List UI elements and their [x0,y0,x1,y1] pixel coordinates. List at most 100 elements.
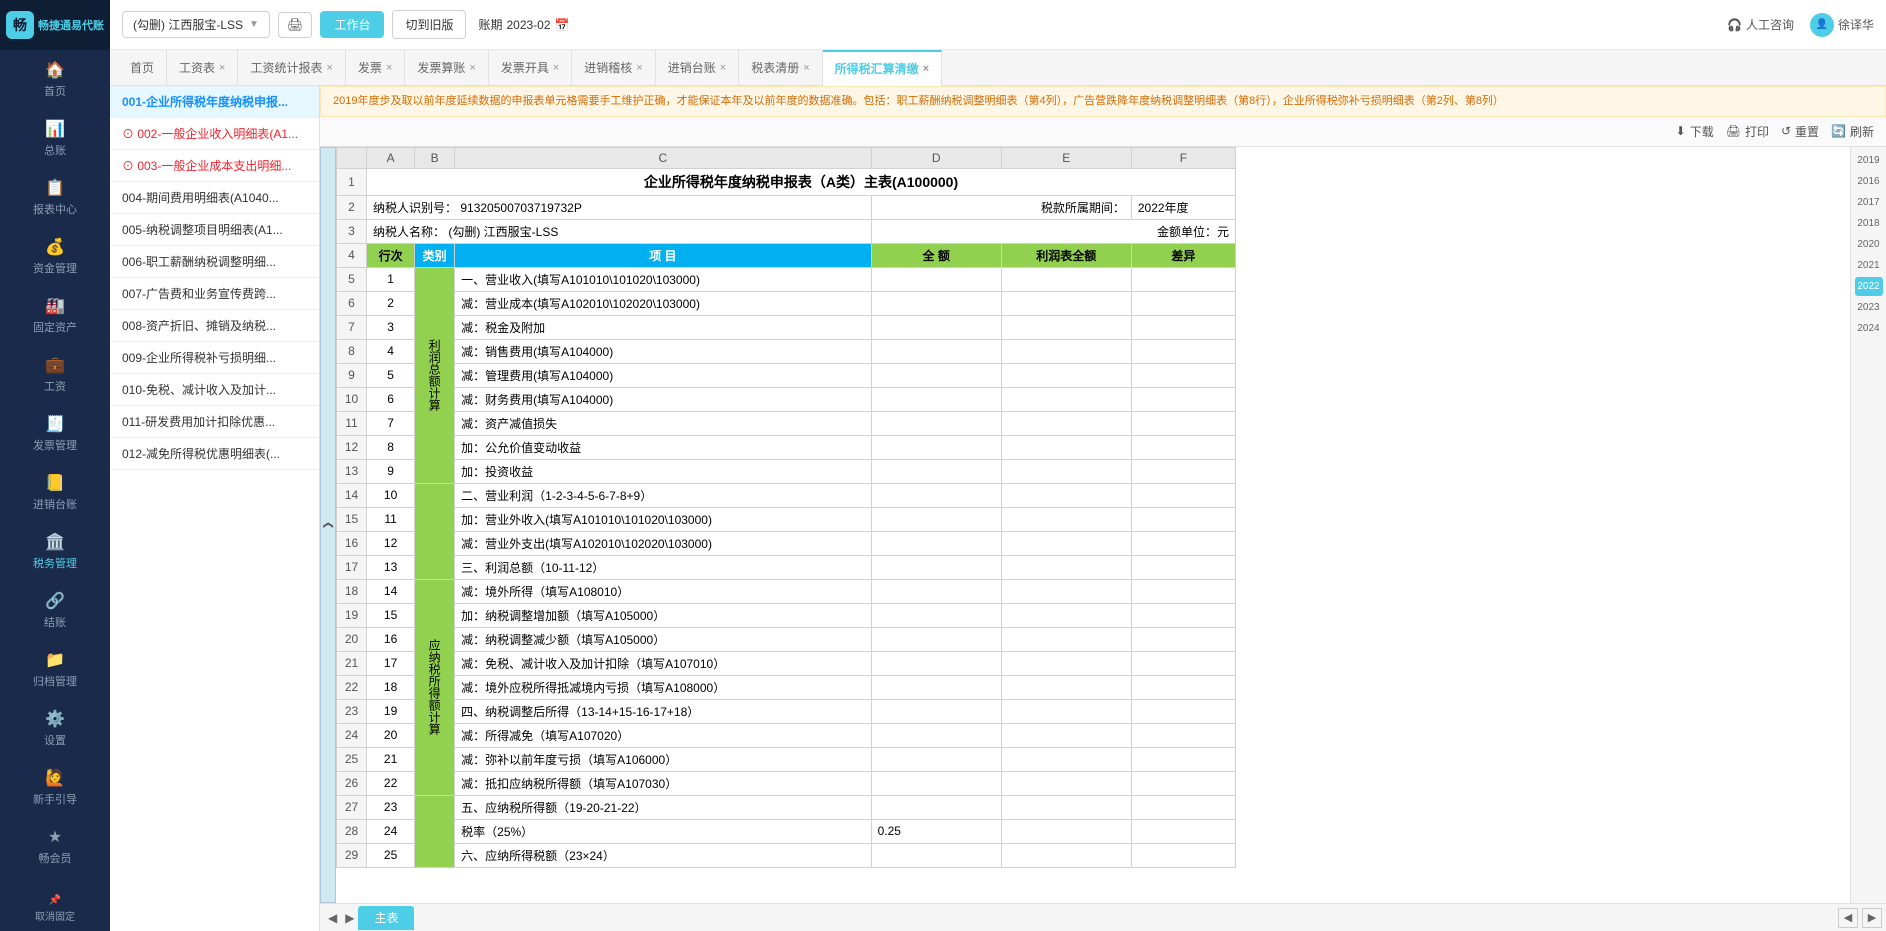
sidebar-item-finance[interactable]: 💰 资金管理 [0,227,110,286]
category-empty [415,483,455,579]
sidebar-item-ledger[interactable]: 📊 总账 [0,109,110,168]
tab-invoice-open[interactable]: 发票开具 × [489,50,572,86]
tab-invoice-close[interactable]: × [386,62,392,74]
sheet-tab-main[interactable]: 主表 [358,906,414,930]
tab-tax-clear[interactable]: 税表清册 × [739,50,822,86]
left-panel-item-008[interactable]: 008-资产折旧、摊销及纳税... [110,310,319,342]
timeline-2022[interactable]: 2022 [1855,277,1883,296]
left-panel-item-002[interactable]: ⊙ 002-一般企业收入明细表(A1... [110,118,319,150]
sidebar-item-member[interactable]: ★ 畅会员 [0,817,110,876]
timeline-2021[interactable]: 2021 [1855,256,1883,275]
calendar-icon: 📅 [555,18,570,32]
table-row: 11 7 减：资产减值损失 [337,411,1236,435]
finance-icon: 💰 [45,237,65,257]
download-button[interactable]: ⬇ 下载 [1676,123,1714,140]
tab-salary[interactable]: 工资表 × [167,50,238,86]
tab-income-tax-close[interactable]: × [923,63,929,75]
sidebar-item-label: 发票管理 [33,437,77,453]
sidebar-item-label: 固定资产 [33,319,77,335]
tab-purchase-audit[interactable]: 进销稽核 × [572,50,655,86]
notice-text: 2019年度步及取以前年度延续数据的申报表单元格需要手工维护正确，才能保证本年及… [333,95,1504,107]
collapse-panel-button[interactable]: ❮ [320,147,336,904]
sidebar-item-tax[interactable]: 🏛️ 税务管理 [0,522,110,581]
user-profile[interactable]: 👤 徐译华 [1810,13,1874,37]
ledger-icon: 📊 [45,119,65,139]
timeline-2017[interactable]: 2017 [1855,193,1883,212]
right-timeline: 2019 2016 2017 2018 2020 2021 2022 2023 … [1850,147,1886,904]
refresh-button[interactable]: 🔄 刷新 [1831,123,1874,140]
left-panel-item-001[interactable]: 001-企业所得税年度纳税申报... [110,86,319,118]
scroll-right-btn[interactable]: ▶ [1862,908,1882,928]
left-panel-item-005[interactable]: 005-纳税调整项目明细表(A1... [110,214,319,246]
timeline-2018[interactable]: 2018 [1855,214,1883,233]
left-panel-item-009[interactable]: 009-企业所得税补亏损明细... [110,342,319,374]
sheet-nav-left[interactable]: ◀ [324,911,341,925]
left-panel-item-006[interactable]: 006-职工薪酬纳税调整明细... [110,246,319,278]
category-empty2 [415,795,455,867]
tab-invoice-calc[interactable]: 发票算账 × [405,50,488,86]
tab-purchase-ledger-close[interactable]: × [720,62,726,74]
topbar: (勾删) 江西服宝-LSS ▼ 🖨 工作台 切到旧版 账期 2023-02 📅 … [110,0,1886,50]
timeline-2023[interactable]: 2023 [1855,298,1883,317]
sidebar-item-settings[interactable]: ⚙️ 设置 [0,699,110,758]
tab-salary-close[interactable]: × [219,62,225,74]
col-A: A [367,147,415,168]
left-panel-item-007[interactable]: 007-广告费和业务宣传费跨... [110,278,319,310]
sidebar-item-home[interactable]: 🏠 首页 [0,50,110,109]
refresh-label: 刷新 [1850,123,1874,140]
sidebar-item-invoice[interactable]: 🧾 发票管理 [0,404,110,463]
left-panel-item-003[interactable]: ⊙ 003-一般企业成本支出明细... [110,150,319,182]
taxpayer-id-cell: 纳税人识别号： 91320500703719732P [367,195,872,219]
sidebar-item-assets[interactable]: 🏭 固定资产 [0,286,110,345]
account-period: 账期 2023-02 📅 [478,16,569,33]
sidebar-item-label: 归档管理 [33,673,77,689]
category-profit-calc: 利润总额计算 [415,267,455,483]
sidebar-item-purchase[interactable]: 📒 进销台账 [0,463,110,522]
sidebar-item-close[interactable]: 🔗 结账 [0,581,110,640]
print-button[interactable]: 🖨 打印 [1726,123,1769,140]
sidebar-item-salary[interactable]: 💼 工资 [0,345,110,404]
tab-purchase-audit-close[interactable]: × [636,62,642,74]
left-panel-item-011[interactable]: 011-研发费用加计扣除优惠... [110,406,319,438]
tab-invoice-calc-close[interactable]: × [469,62,475,74]
consult-button[interactable]: 🎧 人工咨询 [1727,16,1794,33]
left-panel-item-010[interactable]: 010-免税、减计收入及加计... [110,374,319,406]
timeline-2016[interactable]: 2016 [1855,172,1883,191]
tab-purchase-ledger[interactable]: 进销台账 × [656,50,739,86]
col-D: D [871,147,1001,168]
company-selector[interactable]: (勾删) 江西服宝-LSS ▼ [122,11,270,38]
tab-invoice-open-close[interactable]: × [553,62,559,74]
timeline-2020[interactable]: 2020 [1855,235,1883,254]
reset-icon: ↺ [1781,124,1791,138]
switch-button[interactable]: 切到旧版 [392,10,466,39]
sidebar-item-archive[interactable]: 📁 归档管理 [0,640,110,699]
workbench-button[interactable]: 工作台 [320,11,384,38]
tab-invoice[interactable]: 发票 × [346,50,405,86]
tab-income-tax[interactable]: 所得税汇算清缴 × [823,50,942,86]
timeline-2019[interactable]: 2019 [1855,151,1883,170]
reset-button[interactable]: ↺ 重置 [1781,123,1819,140]
table-row: 27 23 五、应纳税所得额（19-20-21-22） [337,795,1236,819]
sidebar: 畅 畅捷通易代账 🏠 首页 📊 总账 📋 报表中心 💰 资金管理 🏭 固定资产 … [0,0,110,931]
left-panel: 001-企业所得税年度纳税申报... ⊙ 002-一般企业收入明细表(A1...… [110,86,320,931]
tab-salary-report-close[interactable]: × [326,62,332,74]
sheet-nav-right[interactable]: ▶ [341,911,358,925]
archive-icon: 📁 [45,650,65,670]
left-panel-item-012[interactable]: 012-减免所得税优惠明细表(... [110,438,319,470]
unpin-button[interactable]: 📌 取消固定 [0,887,110,931]
download-label: 下载 [1690,123,1714,140]
tab-home[interactable]: 首页 [118,50,167,86]
category-taxable: 应纳税所得额计算 [415,579,455,795]
print-icon-button[interactable]: 🖨 [278,12,313,38]
tax-period-label-cell: 税款所属期间： [871,195,1131,219]
timeline-2024[interactable]: 2024 [1855,319,1883,338]
left-panel-item-004[interactable]: 004-期间费用明细表(A1040... [110,182,319,214]
scroll-left-btn[interactable]: ◀ [1838,908,1858,928]
sidebar-item-guide[interactable]: 🙋 新手引导 [0,758,110,817]
col-F: F [1131,147,1235,168]
tab-tax-clear-close[interactable]: × [803,62,809,74]
tab-salary-report[interactable]: 工资统计报表 × [238,50,345,86]
sidebar-item-reports[interactable]: 📋 报表中心 [0,168,110,227]
sheet-scroll[interactable]: A B C D E F 1 [336,147,1850,904]
company-name: (勾删) 江西服宝-LSS [133,16,243,33]
